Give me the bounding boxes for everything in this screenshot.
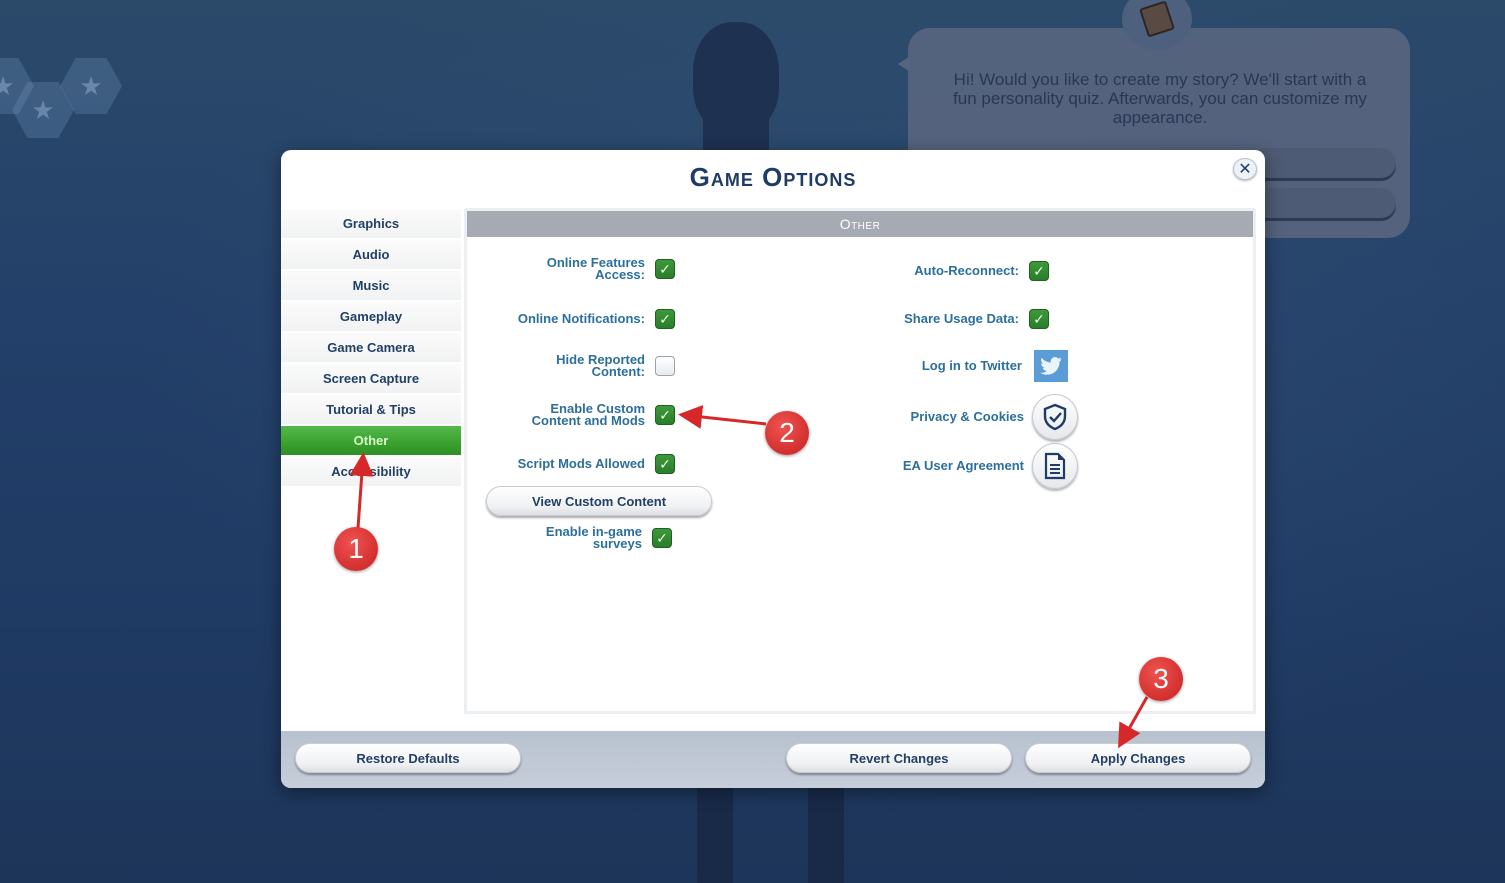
link-label[interactable]: EA User Agreement (903, 459, 1024, 472)
share-usage-data-checkbox[interactable]: ✓ (1029, 309, 1049, 329)
document-icon (1044, 452, 1066, 480)
annotation-badge-2: 2 (765, 411, 809, 455)
bubble-option-button[interactable] (1260, 148, 1396, 178)
option-enable-in-game-surveys: Enable in-game surveys ✓ (487, 524, 672, 551)
view-custom-content-button[interactable]: View Custom Content (486, 486, 712, 516)
speech-bubble-text: Hi! Would you like to create my story? W… (953, 70, 1367, 127)
annotation-badge-1: 1 (334, 527, 378, 571)
game-options-dialog: Game Options ✕ Graphics Audio Music Game… (281, 150, 1265, 788)
option-enable-custom-content: Enable Custom Content and Mods ✓ (487, 401, 675, 428)
panel-header: Other (467, 211, 1253, 237)
option-online-notifications: Online Notifications: ✓ (487, 309, 675, 329)
sidebar-item-gameplay[interactable]: Gameplay (281, 302, 461, 331)
sidebar-item-music[interactable]: Music (281, 271, 461, 300)
option-label: Share Usage Data: (904, 311, 1019, 326)
sidebar-item-tutorial-tips[interactable]: Tutorial & Tips (281, 395, 461, 424)
option-label: Auto-Reconnect: (914, 263, 1019, 278)
bubble-option-button[interactable] (1260, 188, 1396, 218)
restore-defaults-button[interactable]: Restore Defaults (295, 743, 521, 773)
sim-silhouette-leg (808, 786, 844, 883)
ea-user-agreement-button[interactable] (1032, 443, 1078, 489)
sidebar-item-audio[interactable]: Audio (281, 240, 461, 269)
option-label: Hide Reported Content: (556, 352, 645, 379)
link-log-in-twitter[interactable]: Log in to Twitter (887, 350, 1068, 382)
option-hide-reported-content: Hide Reported Content: (487, 352, 675, 379)
option-share-usage-data: Share Usage Data: ✓ (887, 309, 1049, 329)
link-label[interactable]: Log in to Twitter (922, 359, 1022, 372)
online-notifications-checkbox[interactable]: ✓ (655, 309, 675, 329)
sidebar-item-graphics[interactable]: Graphics (281, 209, 461, 238)
link-label[interactable]: Privacy & Cookies (911, 410, 1024, 423)
book-icon (1139, 0, 1175, 38)
script-mods-allowed-checkbox[interactable]: ✓ (655, 454, 675, 474)
option-label: Online Features Access: (546, 255, 645, 282)
option-label: Online Notifications: (517, 311, 645, 326)
shield-check-icon (1043, 403, 1067, 431)
hide-reported-content-checkbox[interactable] (655, 356, 675, 376)
sidebar-item-screen-capture[interactable]: Screen Capture (281, 364, 461, 393)
twitter-button[interactable] (1034, 350, 1068, 382)
link-ea-user-agreement[interactable]: EA User Agreement (887, 443, 1078, 489)
dialog-footer: Restore Defaults Revert Changes Apply Ch… (281, 731, 1265, 788)
option-label: Enable Custom Content and Mods (531, 401, 645, 428)
enable-custom-content-checkbox[interactable]: ✓ (655, 405, 675, 425)
enable-in-game-surveys-checkbox[interactable]: ✓ (652, 528, 672, 548)
sidebar-item-accessibility[interactable]: Accessibility (281, 457, 461, 486)
link-privacy-cookies[interactable]: Privacy & Cookies (887, 394, 1078, 440)
close-icon: ✕ (1238, 161, 1252, 178)
close-button[interactable]: ✕ (1233, 158, 1257, 180)
online-features-access-checkbox[interactable]: ✓ (655, 259, 675, 279)
sidebar-item-other[interactable]: Other (281, 426, 461, 455)
other-settings-panel: Other Online Features Access: ✓ Online N… (464, 208, 1256, 714)
dialog-title: Game Options (689, 162, 857, 192)
option-script-mods-allowed: Script Mods Allowed ✓ (487, 454, 675, 474)
twitter-icon (1040, 357, 1062, 375)
privacy-cookies-button[interactable] (1032, 394, 1078, 440)
sim-silhouette-leg (697, 786, 733, 883)
auto-reconnect-checkbox[interactable]: ✓ (1029, 261, 1049, 281)
option-label: Script Mods Allowed (517, 456, 645, 471)
option-auto-reconnect: Auto-Reconnect: ✓ (887, 261, 1049, 281)
apply-changes-button[interactable]: Apply Changes (1025, 743, 1251, 773)
revert-changes-button[interactable]: Revert Changes (786, 743, 1012, 773)
annotation-badge-3: 3 (1139, 657, 1183, 701)
option-online-features-access: Online Features Access: ✓ (487, 255, 675, 282)
sidebar-item-game-camera[interactable]: Game Camera (281, 333, 461, 362)
option-label: Enable in-game surveys (545, 524, 642, 551)
options-sidebar: Graphics Audio Music Gameplay Game Camer… (281, 209, 461, 488)
